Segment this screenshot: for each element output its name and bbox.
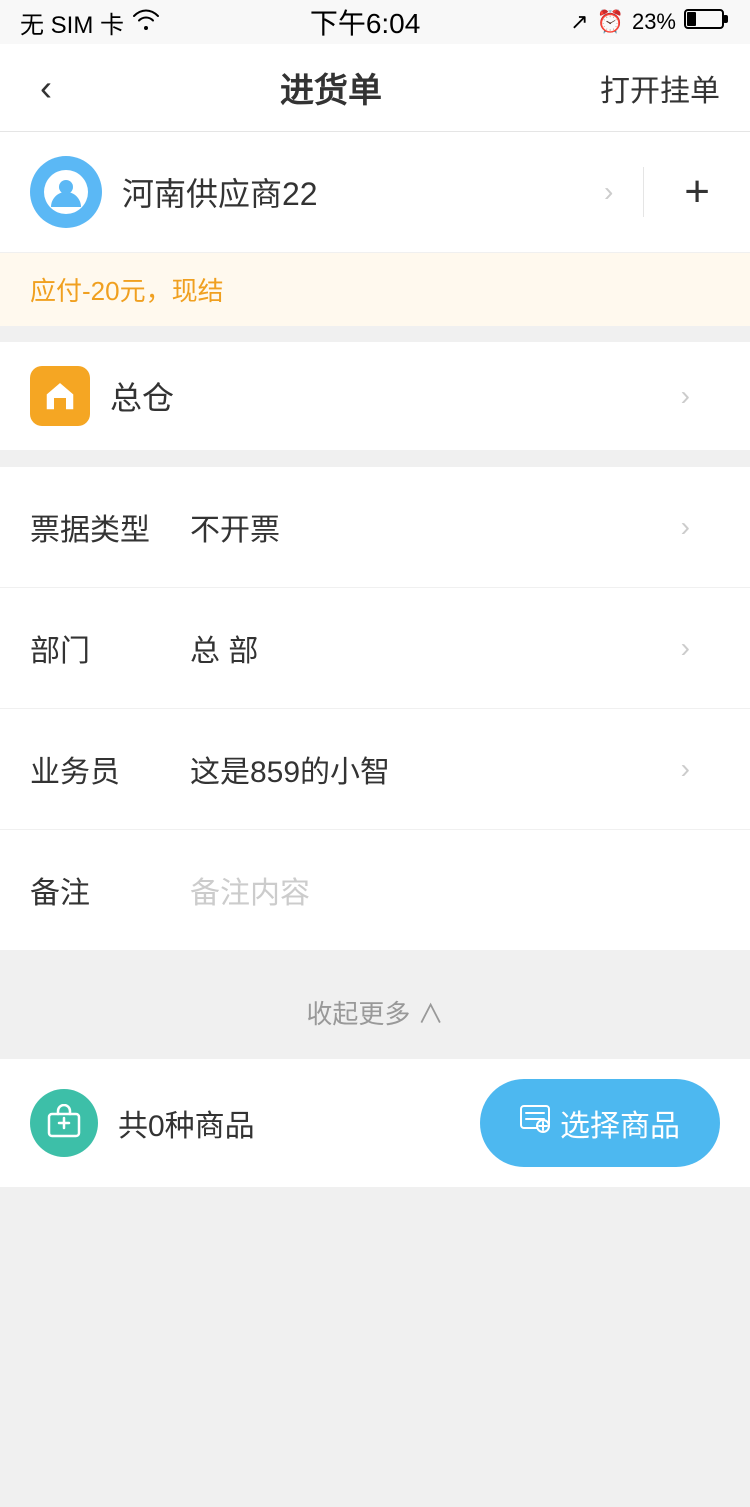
avatar-icon	[44, 170, 88, 214]
notice-bar: 应付-20元，现结	[0, 253, 750, 326]
supplier-chevron-icon: ›	[604, 176, 613, 208]
carrier-text: 无 SIM 卡	[20, 5, 124, 40]
location-icon: ↗	[570, 9, 588, 35]
warehouse-card: 总仓 ›	[0, 342, 750, 450]
salesperson-label: 业务员	[30, 747, 190, 791]
select-product-icon	[520, 1105, 550, 1141]
collapse-bar[interactable]: 收起更多 ∧	[0, 966, 750, 1059]
department-row[interactable]: 部门 总 部 ›	[0, 587, 750, 708]
remark-input[interactable]: 备注内容	[190, 868, 720, 912]
back-button[interactable]: ‹	[30, 57, 62, 119]
status-bar: 无 SIM 卡 下午6:04 ↗ ⏰ 23%	[0, 0, 750, 44]
battery-icon	[684, 7, 730, 37]
remark-label: 备注	[30, 868, 190, 912]
add-supplier-button[interactable]: +	[674, 167, 720, 217]
status-left: 无 SIM 卡	[20, 5, 160, 40]
page-title: 进货单	[280, 63, 382, 112]
battery-text: 23%	[632, 9, 676, 35]
wifi-icon	[132, 8, 160, 37]
warehouse-row[interactable]: 总仓 ›	[0, 342, 750, 450]
product-count-text: 共0种商品	[118, 1101, 480, 1145]
salesperson-row[interactable]: 业务员 这是859的小智 ›	[0, 708, 750, 829]
select-product-button[interactable]: 选择商品	[480, 1079, 720, 1167]
invoice-type-row[interactable]: 票据类型 不开票 ›	[0, 466, 750, 587]
invoice-type-label: 票据类型	[30, 505, 190, 549]
warehouse-chevron-icon: ›	[681, 380, 690, 412]
remark-row[interactable]: 备注 备注内容	[0, 829, 750, 950]
open-pending-button[interactable]: 打开挂单	[600, 66, 720, 110]
product-icon	[30, 1089, 98, 1157]
main-content: 河南供应商22 › + 应付-20元，现结 总仓 › 票据类型 不开票 ›	[0, 132, 750, 1507]
supplier-avatar	[30, 156, 102, 228]
department-chevron-icon: ›	[681, 632, 690, 664]
empty-area	[0, 1187, 750, 1507]
notice-text: 应付-20元，现结	[30, 276, 224, 306]
department-label: 部门	[30, 626, 190, 670]
vertical-divider	[643, 167, 644, 217]
warehouse-icon	[30, 366, 90, 426]
select-product-label: 选择商品	[560, 1101, 680, 1145]
collapse-label: 收起更多 ∧	[306, 999, 443, 1029]
nav-bar: ‹ 进货单 打开挂单	[0, 44, 750, 132]
supplier-card: 河南供应商22 › + 应付-20元，现结	[0, 132, 750, 326]
supplier-name: 河南供应商22	[122, 169, 604, 215]
supplier-row[interactable]: 河南供应商22 › +	[0, 132, 750, 253]
status-time: 下午6:04	[310, 2, 421, 42]
invoice-chevron-icon: ›	[681, 511, 690, 543]
alarm-icon: ⏰	[597, 9, 624, 35]
bottom-bar: 共0种商品 选择商品	[0, 1059, 750, 1187]
salesperson-value: 这是859的小智	[190, 747, 681, 791]
salesperson-chevron-icon: ›	[681, 753, 690, 785]
status-right: ↗ ⏰ 23%	[570, 7, 730, 37]
invoice-type-value: 不开票	[190, 505, 681, 549]
warehouse-name: 总仓	[110, 373, 681, 419]
form-card: 票据类型 不开票 › 部门 总 部 › 业务员 这是859的小智 › 备注 备注…	[0, 466, 750, 950]
department-value: 总 部	[190, 626, 681, 670]
